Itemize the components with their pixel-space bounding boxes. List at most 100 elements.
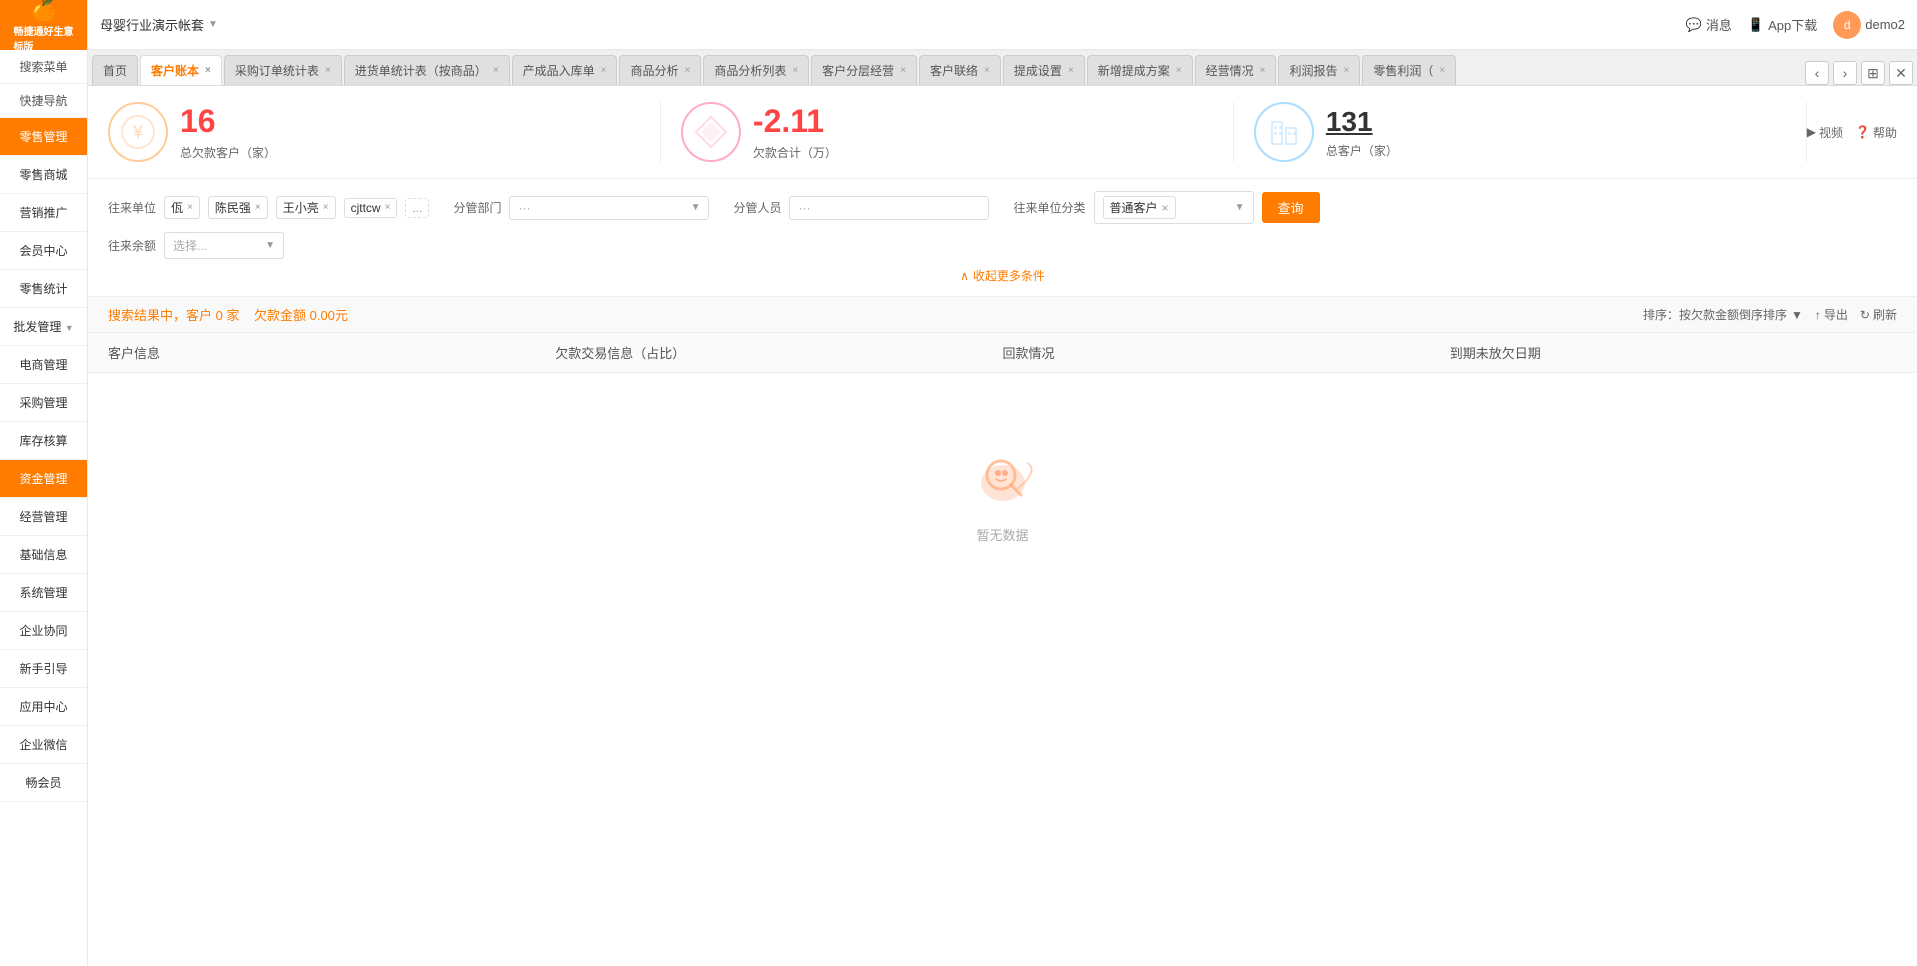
sidebar-item-retail-stat[interactable]: 零售统计 (0, 270, 87, 308)
sidebar-item-inventory[interactable]: 库存核算 (0, 422, 87, 460)
tab-goods-analysis[interactable]: 商品分析 × (619, 55, 701, 85)
sidebar-item-enterprise[interactable]: 企业协同 (0, 612, 87, 650)
tab-expand-btn[interactable]: ⊞ (1861, 61, 1885, 85)
sidebar-item-app-center[interactable]: 应用中心 (0, 688, 87, 726)
unit-tag-3-close[interactable]: × (323, 202, 329, 213)
export-btn[interactable]: ↑ 导出 (1815, 306, 1848, 323)
tab-operation-status-close[interactable]: × (1260, 65, 1266, 76)
logo-text: 畅捷通好生意标版 (14, 23, 74, 53)
video-link[interactable]: ▶ 视频 (1807, 124, 1843, 141)
unit-tag-1[interactable]: 佤 × (164, 196, 200, 219)
tab-goods-analysis-list-close[interactable]: × (792, 65, 798, 76)
tab-customer-connect-label: 客户联络 (930, 62, 978, 79)
tab-customer-layer-label: 客户分层经营 (822, 62, 894, 79)
stats-bar: ¥ 16 总欠款客户（家） -2.11 欠款合计（ (88, 86, 1917, 179)
refresh-btn[interactable]: ↻ 刷新 (1860, 306, 1897, 323)
tab-customer-cost[interactable]: 客户账本 × (140, 55, 222, 85)
sidebar-item-ecommerce[interactable]: 电商管理 (0, 346, 87, 384)
tab-purchase-order-close[interactable]: × (325, 65, 331, 76)
dept-filter-dots[interactable]: ··· (518, 201, 530, 215)
sidebar-item-quick-nav[interactable]: 快捷导航 (0, 84, 87, 118)
content-area: ¥ 16 总欠款客户（家） -2.11 欠款合计（ (88, 86, 1917, 966)
table-container: 客户信息 欠款交易信息（占比） 回款情况 到期未放欠日期 (88, 333, 1917, 966)
stat-debt-customers-text: 16 总欠款客户（家） (180, 103, 276, 161)
collapse-filter-btn[interactable]: ∧ 收起更多条件 (108, 267, 1897, 284)
unit-class-tag-close[interactable]: × (1162, 201, 1169, 215)
unit-tag-1-label: 佤 (171, 199, 183, 216)
sort-select[interactable]: 排序：按欠款金额倒序排序 ▼ (1643, 306, 1803, 323)
tab-raise-settings-close[interactable]: × (1068, 65, 1074, 76)
sidebar-item-search[interactable]: 搜索菜单 (0, 50, 87, 84)
empty-icon (963, 433, 1043, 513)
balance-arrow: ▼ (265, 240, 275, 251)
results-unit: 家 (227, 308, 240, 323)
unit-class-filter-select[interactable]: 普通客户 × ▼ (1094, 191, 1254, 224)
tab-home[interactable]: 首页 (92, 55, 138, 85)
unit-tag-2-close[interactable]: × (255, 202, 261, 213)
tab-profit-report-label: 利润报告 (1289, 62, 1337, 79)
empty-state: 暂无数据 (88, 373, 1917, 604)
tab-customer-cost-label: 客户账本 (151, 62, 199, 79)
tab-goods-analysis-close[interactable]: × (684, 65, 690, 76)
user-profile[interactable]: d demo2 (1833, 11, 1905, 39)
tab-customer-connect-close[interactable]: × (984, 65, 990, 76)
unit-tag-4[interactable]: cjttcw × (344, 198, 398, 218)
sidebar-item-base-info[interactable]: 基础信息 (0, 536, 87, 574)
tab-prev-btn[interactable]: ‹ (1805, 61, 1829, 85)
tab-profit-report[interactable]: 利润报告 × (1278, 55, 1360, 85)
tab-customer-layer[interactable]: 客户分层经营 × (811, 55, 917, 85)
sidebar-item-wholesale[interactable]: 批发管理 ▼ (0, 308, 87, 346)
sidebar-item-wechat[interactable]: 企业微信 (0, 726, 87, 764)
sidebar-item-newbie[interactable]: 新手引导 (0, 650, 87, 688)
person-filter-select[interactable]: ··· (789, 196, 989, 220)
tab-purchase-stat[interactable]: 进货单统计表（按商品） × (344, 55, 510, 85)
stat-help-links: ▶ 视频 ❓ 帮助 (1807, 124, 1897, 141)
stat-total-customers-text: 131 总客户（家） (1326, 106, 1398, 159)
balance-placeholder: 选择... (173, 237, 207, 254)
unit-tag-3[interactable]: 王小亮 × (276, 196, 336, 219)
person-filter-dots[interactable]: ··· (798, 201, 810, 215)
tab-purchase-order[interactable]: 采购订单统计表 × (224, 55, 342, 85)
tab-purchase-stat-close[interactable]: × (493, 65, 499, 76)
tab-new-raise-close[interactable]: × (1176, 65, 1182, 76)
sidebar-logo: 🍊 畅捷通好生意标版 (0, 0, 87, 50)
sidebar-item-system[interactable]: 系统管理 (0, 574, 87, 612)
unit-tag-4-close[interactable]: × (385, 202, 391, 213)
tab-customer-cost-close[interactable]: × (205, 65, 211, 76)
sidebar-item-vip[interactable]: 畅会员 (0, 764, 87, 802)
dept-filter-select[interactable]: ··· ▼ (509, 196, 709, 220)
tab-new-raise-label: 新增提成方案 (1098, 62, 1170, 79)
message-btn[interactable]: 💬 消息 (1686, 15, 1732, 34)
tab-next-btn[interactable]: › (1833, 61, 1857, 85)
refresh-icon: ↻ (1860, 308, 1870, 322)
tab-operation-status[interactable]: 经营情况 × (1195, 55, 1277, 85)
tab-customer-connect[interactable]: 客户联络 × (919, 55, 1001, 85)
unit-tag-2[interactable]: 陈民强 × (208, 196, 268, 219)
search-button[interactable]: 查询 (1262, 192, 1320, 223)
sidebar-item-member[interactable]: 会员中心 (0, 232, 87, 270)
app-download-btn[interactable]: 📱 App下载 (1748, 15, 1817, 34)
unit-tag-1-close[interactable]: × (187, 202, 193, 213)
tab-retail-profit[interactable]: 零售利润（ × (1362, 55, 1456, 85)
balance-filter-select[interactable]: 选择... ▼ (164, 232, 284, 259)
unit-tag-more[interactable]: ... (405, 198, 429, 218)
tab-new-raise[interactable]: 新增提成方案 × (1087, 55, 1193, 85)
sidebar-item-operation[interactable]: 经营管理 (0, 498, 87, 536)
message-icon: 💬 (1686, 17, 1702, 33)
tab-goods-analysis-list[interactable]: 商品分析列表 × (703, 55, 809, 85)
tab-customer-layer-close[interactable]: × (900, 65, 906, 76)
tab-close-all-btn[interactable]: ✕ (1889, 61, 1913, 85)
account-selector[interactable]: 母婴行业演示帐套 ▼ (100, 15, 218, 34)
sidebar-item-finance[interactable]: 资金管理 (0, 460, 87, 498)
sidebar-item-purchase[interactable]: 采购管理 (0, 384, 87, 422)
tab-production-in[interactable]: 产成品入库单 × (512, 55, 618, 85)
sidebar-item-marketing[interactable]: 营销推广 (0, 194, 87, 232)
help-link[interactable]: ❓ 帮助 (1855, 124, 1897, 141)
tab-production-in-close[interactable]: × (601, 65, 607, 76)
sidebar-item-retail-mall[interactable]: 零售商城 (0, 156, 87, 194)
tab-goods-analysis-label: 商品分析 (630, 62, 678, 79)
tab-raise-settings[interactable]: 提成设置 × (1003, 55, 1085, 85)
sidebar-item-retail[interactable]: 零售管理 (0, 118, 87, 156)
tab-retail-profit-close[interactable]: × (1439, 65, 1445, 76)
tab-profit-report-close[interactable]: × (1343, 65, 1349, 76)
